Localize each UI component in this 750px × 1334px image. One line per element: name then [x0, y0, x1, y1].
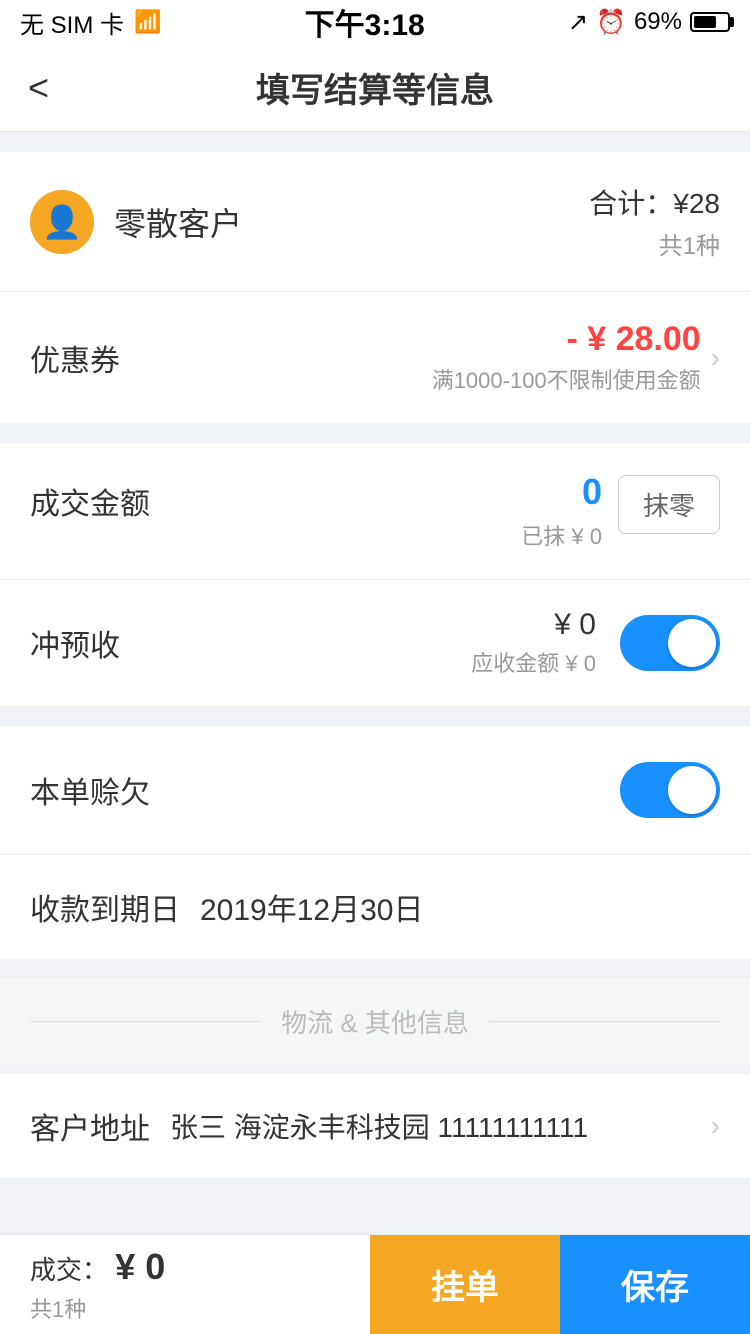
- amount-label: 成交金额: [30, 479, 150, 523]
- battery-text: 69%: [634, 8, 682, 36]
- coupon-desc: 满1000-100不限制使用金额: [432, 363, 701, 395]
- status-bar: 无 SIM 卡 📶 下午3:18 ↗ ⏰ 69%: [0, 0, 750, 44]
- address-chevron-icon: ›: [711, 1110, 720, 1142]
- status-time: 下午3:18: [305, 0, 425, 44]
- alarm-icon: ⏰: [596, 8, 626, 37]
- coupon-label: 优惠券: [30, 336, 120, 380]
- status-left: 无 SIM 卡 📶: [20, 5, 161, 40]
- bottom-deal-amount: ¥ 0: [115, 1246, 165, 1287]
- coupon-info: - ¥ 28.00 满1000-100不限制使用金额: [432, 320, 701, 395]
- address-value: 张三 海淀永丰科技园 11111111111: [170, 1106, 711, 1146]
- bottom-deal-text: 成交： ¥ 0: [30, 1246, 340, 1288]
- status-right: ↗ ⏰ 69%: [568, 8, 730, 37]
- page-title: 填写结算等信息: [256, 63, 494, 112]
- coupon-row[interactable]: 优惠券 - ¥ 28.00 满1000-100不限制使用金额 ›: [0, 291, 750, 423]
- bottom-left: 成交： ¥ 0 共1种: [0, 1246, 370, 1324]
- bottom-count: 共1种: [30, 1292, 340, 1324]
- bottom-deal-label: 成交：: [30, 1255, 108, 1285]
- avatar: 👤: [30, 190, 94, 254]
- battery-icon: [690, 12, 730, 32]
- carrier-text: 无 SIM 卡: [20, 5, 124, 40]
- divider-line-right: [489, 1021, 720, 1022]
- prepay-sub: 应收金额 ¥ 0: [471, 646, 596, 678]
- prepay-info: ¥ 0 应收金额 ¥ 0: [471, 608, 596, 678]
- customer-left: 👤 零散客户: [30, 190, 242, 254]
- prepay-amount: ¥ 0: [471, 608, 596, 642]
- round-off-button[interactable]: 抹零: [618, 475, 720, 534]
- location-icon: ↗: [568, 8, 588, 37]
- due-date-label: 收款到期日: [30, 885, 180, 929]
- save-button[interactable]: 保存: [560, 1235, 750, 1334]
- debt-section: 本单赊欠: [0, 726, 750, 854]
- customer-count: 共1种: [589, 226, 720, 261]
- divider-line-left: [30, 1021, 261, 1022]
- due-date-section: 收款到期日 2019年12月30日: [0, 854, 750, 959]
- customer-right: 合计：¥28 共1种: [589, 182, 720, 261]
- address-section[interactable]: 客户地址 张三 海淀永丰科技园 11111111111 ›: [0, 1074, 750, 1178]
- chevron-right-icon: ›: [711, 342, 720, 374]
- customer-total: 合计：¥28: [589, 182, 720, 222]
- coupon-amount: - ¥ 28.00: [432, 320, 701, 359]
- due-date-value: 2019年12月30日: [200, 885, 423, 929]
- coupon-right: - ¥ 28.00 满1000-100不限制使用金额 ›: [432, 320, 720, 395]
- prepay-section: 冲预收 ¥ 0 应收金额 ¥ 0: [0, 579, 750, 706]
- wifi-icon: 📶: [134, 9, 161, 35]
- due-date-row: 收款到期日 2019年12月30日: [30, 885, 720, 929]
- amount-value: 0: [521, 471, 602, 513]
- logistics-label: 物流 & 其他信息: [261, 1003, 489, 1040]
- debt-toggle-thumb: [668, 766, 716, 814]
- amount-sub: 已抹 ¥ 0: [521, 519, 602, 551]
- hang-button[interactable]: 挂单: [370, 1235, 560, 1334]
- prepay-toggle[interactable]: [620, 615, 720, 671]
- address-label: 客户地址: [30, 1104, 150, 1148]
- prepay-label: 冲预收: [30, 621, 120, 665]
- amount-section: 成交金额 0 已抹 ¥ 0 抹零: [0, 443, 750, 579]
- amount-right: 0 已抹 ¥ 0 抹零: [521, 471, 720, 551]
- back-button[interactable]: <: [28, 67, 49, 109]
- customer-name: 零散客户: [114, 199, 242, 245]
- avatar-icon: 👤: [42, 203, 82, 241]
- amount-row: 成交金额 0 已抹 ¥ 0 抹零: [30, 471, 720, 551]
- bottom-bar: 成交： ¥ 0 共1种 挂单 保存: [0, 1234, 750, 1334]
- amount-value-area: 0 已抹 ¥ 0: [521, 471, 602, 551]
- toggle-thumb: [668, 619, 716, 667]
- debt-label: 本单赊欠: [30, 768, 150, 812]
- logistics-divider: 物流 & 其他信息: [0, 979, 750, 1064]
- prepay-right: ¥ 0 应收金额 ¥ 0: [471, 608, 720, 678]
- nav-bar: < 填写结算等信息: [0, 44, 750, 132]
- debt-toggle[interactable]: [620, 762, 720, 818]
- customer-row: 👤 零散客户 合计：¥28 共1种: [0, 152, 750, 291]
